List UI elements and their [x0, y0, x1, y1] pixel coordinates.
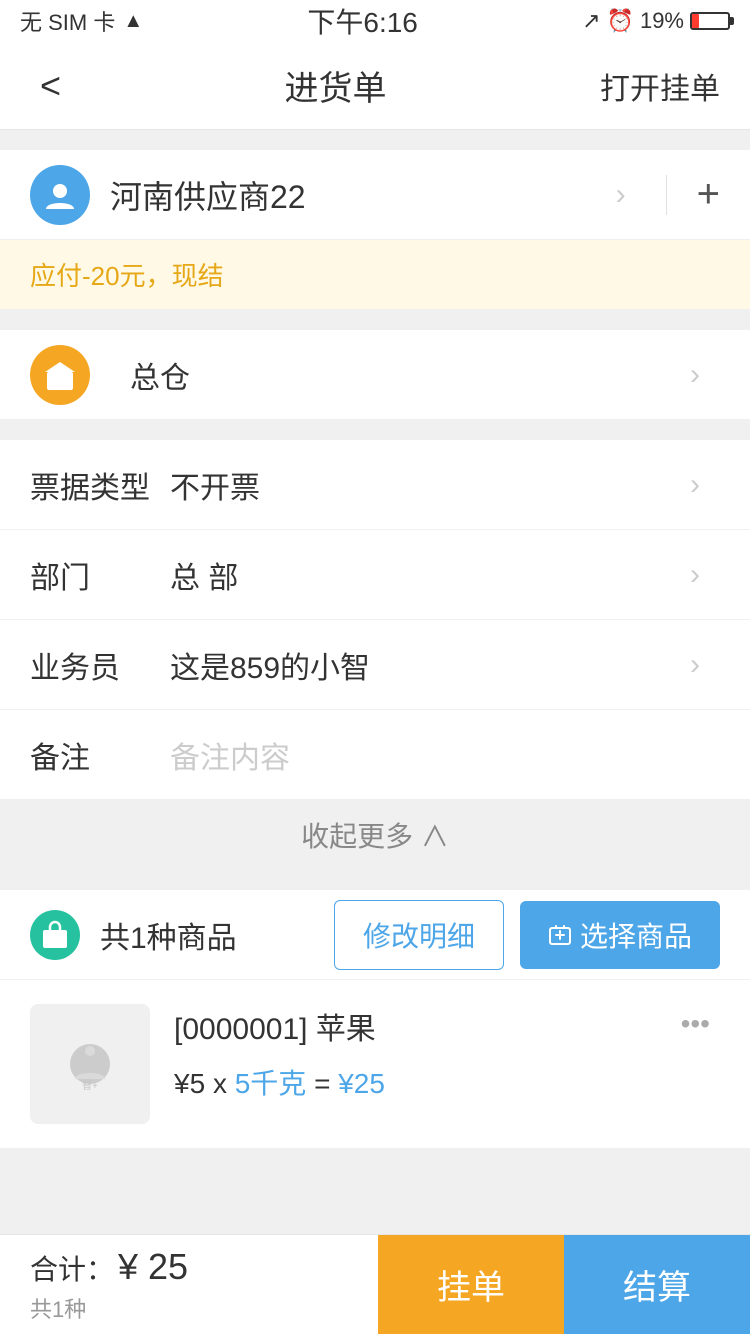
total-sub: 共1种	[30, 1292, 348, 1324]
open-pending-button[interactable]: 打开挂单	[600, 64, 720, 108]
warehouse-icon	[30, 345, 90, 405]
price-value: ¥5	[174, 1068, 205, 1099]
separator	[666, 175, 667, 215]
edit-detail-button[interactable]: 修改明细	[334, 900, 504, 970]
divider-2	[0, 420, 750, 440]
select-product-label: 选择商品	[580, 915, 692, 955]
carrier-text: 无 SIM 卡	[20, 5, 115, 37]
product-header: 共1种商品 修改明细 选择商品	[0, 890, 750, 980]
remark-label: 备注	[30, 733, 150, 777]
top-divider	[0, 130, 750, 150]
svg-text:智+: 智+	[82, 1079, 98, 1092]
location-icon: ↗	[582, 8, 600, 34]
status-left: 无 SIM 卡 ▲	[20, 5, 143, 37]
department-value: 总 部	[150, 553, 690, 597]
product-item: 智+ [0000001] 苹果 ¥5 x 5千克 = ¥25 •••	[0, 980, 750, 1149]
collapse-label: 收起更多 ∧	[301, 815, 449, 855]
remark-value: 备注内容	[150, 733, 720, 777]
add-button[interactable]: +	[697, 172, 720, 217]
remark-row[interactable]: 备注 备注内容	[0, 710, 750, 800]
status-right: ↗ ⏰ 19%	[582, 8, 730, 34]
total-section: 合计： ¥ 25 共1种	[0, 1235, 378, 1334]
warning-banner: 应付-20元，现结	[0, 240, 750, 310]
supplier-row[interactable]: 河南供应商22 › +	[0, 150, 750, 240]
nav-bar: < 进货单 打开挂单	[0, 42, 750, 130]
product-icon	[30, 910, 80, 960]
salesperson-label: 业务员	[30, 643, 150, 687]
battery-percent: 19%	[640, 8, 684, 34]
total-amount: ¥ 25	[118, 1246, 188, 1288]
product-price: ¥5 x 5千克 = ¥25	[174, 1062, 671, 1102]
price-equals: =	[314, 1068, 338, 1099]
invoice-type-value: 不开票	[150, 463, 690, 507]
page-title: 进货单	[285, 61, 387, 110]
total-label: 合计：	[30, 1248, 114, 1288]
salesperson-value: 这是859的小智	[150, 643, 690, 687]
battery-icon	[690, 12, 730, 30]
product-code: [0000001]	[174, 1013, 307, 1046]
invoice-type-label: 票据类型	[30, 463, 150, 507]
product-info: [0000001] 苹果 ¥5 x 5千克 = ¥25	[174, 1004, 671, 1102]
collapse-bar[interactable]: 收起更多 ∧	[0, 800, 750, 870]
supplier-section: 河南供应商22 › + 应付-20元，现结	[0, 150, 750, 310]
invoice-chevron-icon: ›	[690, 468, 700, 502]
form-section: 票据类型 不开票 › 部门 总 部 › 业务员 这是859的小智 › 备注 备注…	[0, 440, 750, 800]
status-bar: 无 SIM 卡 ▲ 下午6:16 ↗ ⏰ 19%	[0, 0, 750, 42]
checkout-button[interactable]: 结算	[564, 1235, 750, 1334]
back-button[interactable]: <	[30, 55, 71, 117]
select-product-button[interactable]: 选择商品	[520, 901, 720, 969]
warehouse-section: 总仓 ›	[0, 330, 750, 420]
divider-1	[0, 310, 750, 330]
invoice-type-row[interactable]: 票据类型 不开票 ›	[0, 440, 750, 530]
alarm-icon: ⏰	[607, 8, 634, 34]
product-count: 共1种商品	[100, 913, 334, 957]
product-thumbnail: 智+	[30, 1004, 150, 1124]
product-name: [0000001] 苹果	[174, 1004, 671, 1048]
wifi-icon: ▲	[123, 10, 143, 33]
warehouse-name: 总仓	[110, 353, 690, 397]
salesperson-chevron-icon: ›	[690, 648, 700, 682]
warehouse-chevron-icon: ›	[690, 358, 700, 392]
suspend-button[interactable]: 挂单	[378, 1235, 564, 1334]
department-row[interactable]: 部门 总 部 ›	[0, 530, 750, 620]
department-chevron-icon: ›	[690, 558, 700, 592]
time-display: 下午6:16	[307, 1, 418, 41]
bottom-bar: 合计： ¥ 25 共1种 挂单 结算	[0, 1234, 750, 1334]
salesperson-row[interactable]: 业务员 这是859的小智 ›	[0, 620, 750, 710]
divider-3	[0, 870, 750, 890]
price-multiply: x	[213, 1068, 235, 1099]
supplier-avatar	[30, 165, 90, 225]
warehouse-row[interactable]: 总仓 ›	[0, 330, 750, 420]
product-quantity: 5千克	[235, 1068, 307, 1099]
chevron-right-icon: ›	[616, 178, 626, 212]
product-more-button[interactable]: •••	[671, 1004, 720, 1044]
supplier-name: 河南供应商22	[110, 172, 616, 218]
product-title: 苹果	[316, 1013, 376, 1046]
product-total: ¥25	[338, 1068, 385, 1099]
department-label: 部门	[30, 553, 150, 597]
